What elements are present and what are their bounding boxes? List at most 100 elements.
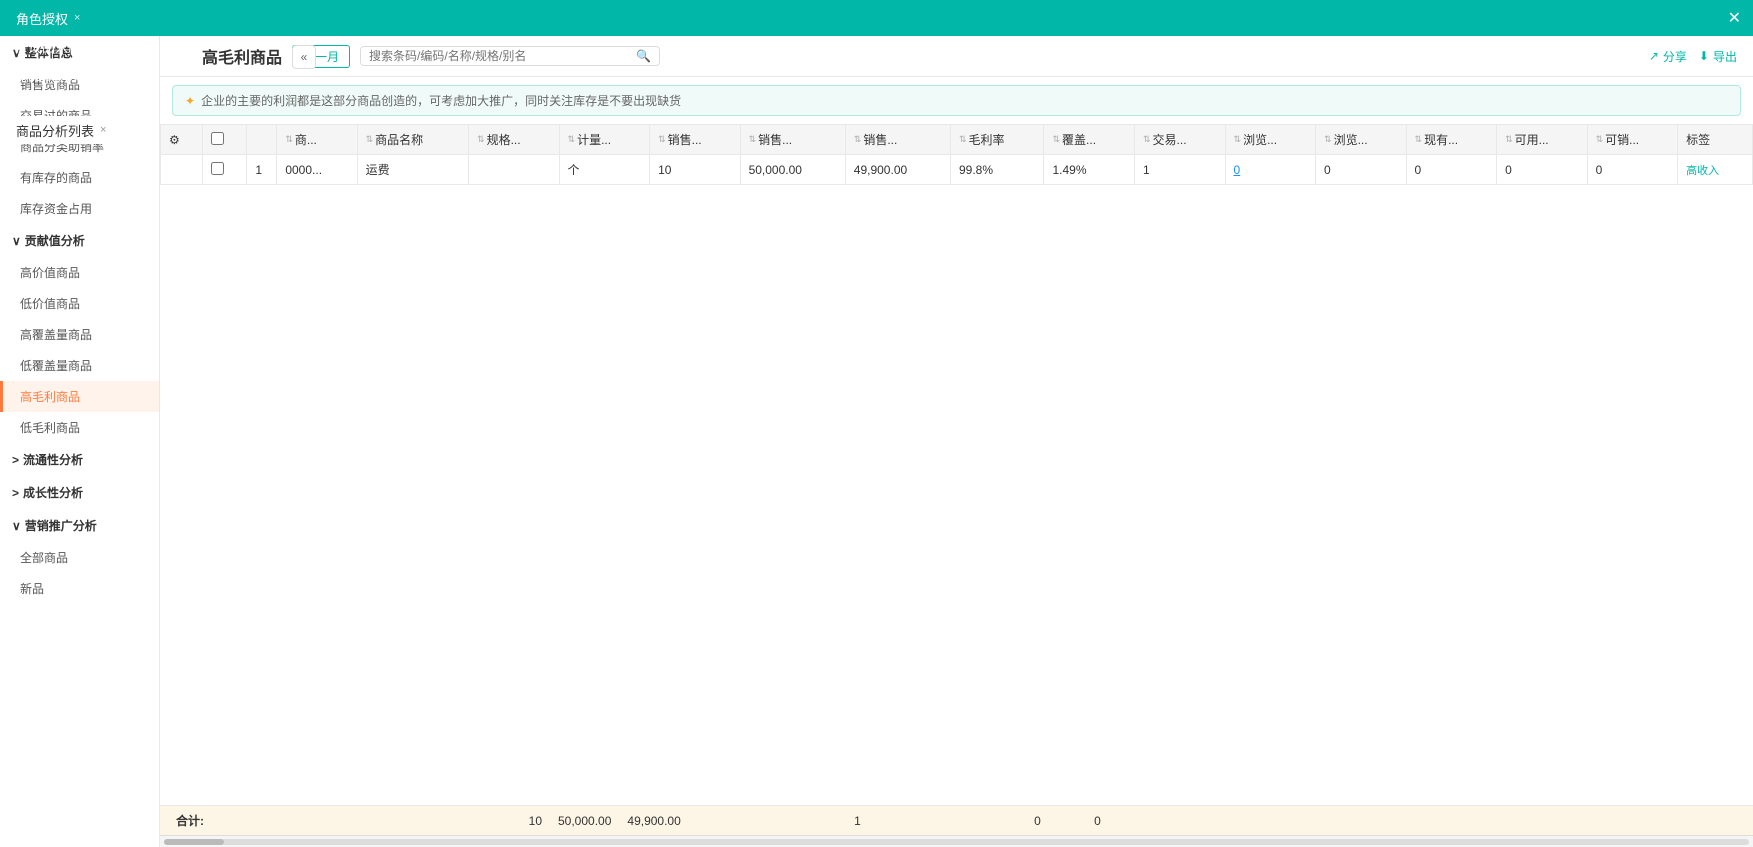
- sidebar-item-low-price[interactable]: 低价值商品: [0, 288, 159, 319]
- close-window-icon[interactable]: ✕: [1728, 8, 1749, 28]
- sidebar-item-high-margin[interactable]: 高毛利商品: [0, 381, 159, 412]
- col-header-transaction[interactable]: ⇅交易...: [1135, 125, 1226, 155]
- cell-sellable: 0: [1587, 155, 1678, 185]
- table-footer: 合计: 10 50,000.00 49,900.00 1 0 0: [160, 805, 1753, 835]
- sidebar-item-new-goods[interactable]: 新品: [0, 573, 159, 604]
- sort-icon: ⇅: [1596, 134, 1604, 145]
- content-area: 高毛利商品 近一月 🔍 ↗ 分享 ⬇ 导出 «: [160, 36, 1753, 847]
- tab-analysis[interactable]: 商品分析×: [4, 88, 118, 116]
- col-label: 交易...: [1153, 131, 1187, 148]
- sort-icon: ⇅: [285, 134, 293, 145]
- col-label: 商品名称: [375, 131, 423, 148]
- col-label: 毛利率: [969, 131, 1005, 148]
- tab-close-analysis-list[interactable]: ×: [100, 124, 106, 136]
- sort-icon: ⇅: [1505, 134, 1513, 145]
- settings-icon[interactable]: ⚙: [169, 133, 180, 147]
- col-header-tag: 标签: [1678, 125, 1753, 155]
- table-body: 10000...运费个1050,000.0049,900.0099.8%1.49…: [161, 155, 1753, 185]
- sidebar-group-financial[interactable]: ∨贡献值分析: [0, 224, 159, 257]
- tab-products[interactable]: 产成品入库单×: [4, 32, 118, 60]
- col-header-browse1[interactable]: ⇅浏览...: [1225, 125, 1316, 155]
- export-label: 导出: [1713, 48, 1737, 65]
- col-header-available[interactable]: ⇅可用...: [1497, 125, 1588, 155]
- table-wrapper: ⚙⇅商...⇅商品名称⇅规格...⇅计量...⇅销售...⇅销售...⇅销售..…: [160, 124, 1753, 805]
- group-label: 流通性分析: [23, 451, 83, 468]
- sidebar-group-marketing[interactable]: ∨营销推广分析: [0, 509, 159, 542]
- header-actions: ↗ 分享 ⬇ 导出: [1649, 48, 1737, 65]
- col-header-sales_amount[interactable]: ⇅销售...: [740, 125, 845, 155]
- footer-sales-amount: 50,000.00: [550, 814, 619, 828]
- col-header-browse2[interactable]: ⇅浏览...: [1316, 125, 1407, 155]
- footer-sales-qty: 10: [490, 814, 550, 828]
- cell-sales_cost: 49,900.00: [845, 155, 950, 185]
- sort-icon: ⇅: [658, 134, 666, 145]
- col-header-unit[interactable]: ⇅计量...: [559, 125, 650, 155]
- cell-coverage: 1.49%: [1044, 155, 1135, 185]
- page-title: 高毛利商品: [202, 44, 282, 68]
- footer-sales-cost: 49,900.00: [619, 814, 688, 828]
- tab-close-roles[interactable]: ×: [74, 12, 80, 24]
- col-header-checkbox: [202, 125, 247, 155]
- sidebar-item-inventory-goods[interactable]: 有库存的商品: [0, 162, 159, 193]
- col-label: 覆盖...: [1062, 131, 1096, 148]
- cell-available: 0: [1497, 155, 1588, 185]
- horizontal-scrollbar[interactable]: [160, 835, 1753, 847]
- select-all-checkbox[interactable]: [211, 132, 224, 145]
- col-label: 浏览...: [1334, 131, 1368, 148]
- sidebar-item-high-price[interactable]: 高价值商品: [0, 257, 159, 288]
- sort-icon: ⇅: [568, 134, 576, 145]
- search-icon[interactable]: 🔍: [636, 49, 651, 63]
- sidebar-item-high-sales-amount[interactable]: 高覆盖量商品: [0, 319, 159, 350]
- sort-icon: ⇅: [749, 134, 757, 145]
- col-header-coverage[interactable]: ⇅覆盖...: [1044, 125, 1135, 155]
- sidebar-item-all-goods[interactable]: 全部商品: [0, 542, 159, 573]
- cell-index: 1: [247, 155, 277, 185]
- col-label: 销售...: [758, 131, 792, 148]
- sort-icon: ⇅: [1415, 134, 1423, 145]
- group-label: 成长性分析: [23, 484, 83, 501]
- export-icon: ⬇: [1699, 49, 1709, 63]
- arrow-icon: ∨: [12, 519, 21, 533]
- col-label: 现有...: [1424, 131, 1458, 148]
- arrow-icon: >: [12, 486, 19, 500]
- col-label: 可用...: [1515, 131, 1549, 148]
- sort-icon: ⇅: [1143, 134, 1151, 145]
- tab-roles[interactable]: 角色授权×: [4, 4, 118, 32]
- share-button[interactable]: ↗ 分享: [1649, 48, 1687, 65]
- col-label: 可销...: [1605, 131, 1639, 148]
- footer-current-stock: 0: [989, 814, 1049, 828]
- sidebar-group-growth[interactable]: > 成长性分析: [0, 476, 159, 509]
- col-header-sales_cost[interactable]: ⇅销售...: [845, 125, 950, 155]
- arrow-icon: >: [12, 453, 19, 467]
- tab-analysis-list[interactable]: 商品分析列表×: [4, 116, 118, 144]
- col-header-current_stock[interactable]: ⇅现有...: [1406, 125, 1497, 155]
- sidebar-item-low-sales-amount[interactable]: 低覆盖量商品: [0, 350, 159, 381]
- col-header-name[interactable]: ⇅商品名称: [357, 125, 468, 155]
- export-button[interactable]: ⬇ 导出: [1699, 48, 1737, 65]
- search-input[interactable]: [369, 49, 636, 63]
- arrow-icon: ∨: [12, 234, 21, 248]
- col-label: 销售...: [668, 131, 702, 148]
- sidebar-group-flow[interactable]: > 流通性分析: [0, 443, 159, 476]
- sidebar-item-low-margin[interactable]: 低毛利商品: [0, 412, 159, 443]
- scrollbar-track: [164, 839, 1749, 845]
- tab-close-products[interactable]: ×: [100, 40, 106, 52]
- col-header-sales_qty[interactable]: ⇅销售...: [650, 125, 741, 155]
- col-header-margin_rate[interactable]: ⇅毛利率: [950, 125, 1044, 155]
- collapse-sidebar-button[interactable]: «: [292, 45, 316, 69]
- browse-link[interactable]: 0: [1234, 163, 1241, 177]
- scrollbar-thumb[interactable]: [164, 839, 224, 845]
- tab-bar: 首页销售单×进货单×权限设置×角色授权×产成品入库单×单据模板设置×商品分析×商…: [0, 0, 1753, 36]
- cell-sales_amount: 50,000.00: [740, 155, 845, 185]
- col-header-index: [247, 125, 277, 155]
- tab-close-templates[interactable]: ×: [100, 68, 106, 80]
- row-checkbox[interactable]: [211, 162, 224, 175]
- cell-transaction: 1: [1135, 155, 1226, 185]
- col-header-sellable[interactable]: ⇅可销...: [1587, 125, 1678, 155]
- tab-close-analysis[interactable]: ×: [74, 96, 80, 108]
- col-header-code[interactable]: ⇅商...: [277, 125, 357, 155]
- footer-transaction: 1: [809, 814, 869, 828]
- sidebar-item-inventory-capital[interactable]: 库存资金占用: [0, 193, 159, 224]
- tab-templates[interactable]: 单据模板设置×: [4, 60, 118, 88]
- col-header-spec[interactable]: ⇅规格...: [469, 125, 560, 155]
